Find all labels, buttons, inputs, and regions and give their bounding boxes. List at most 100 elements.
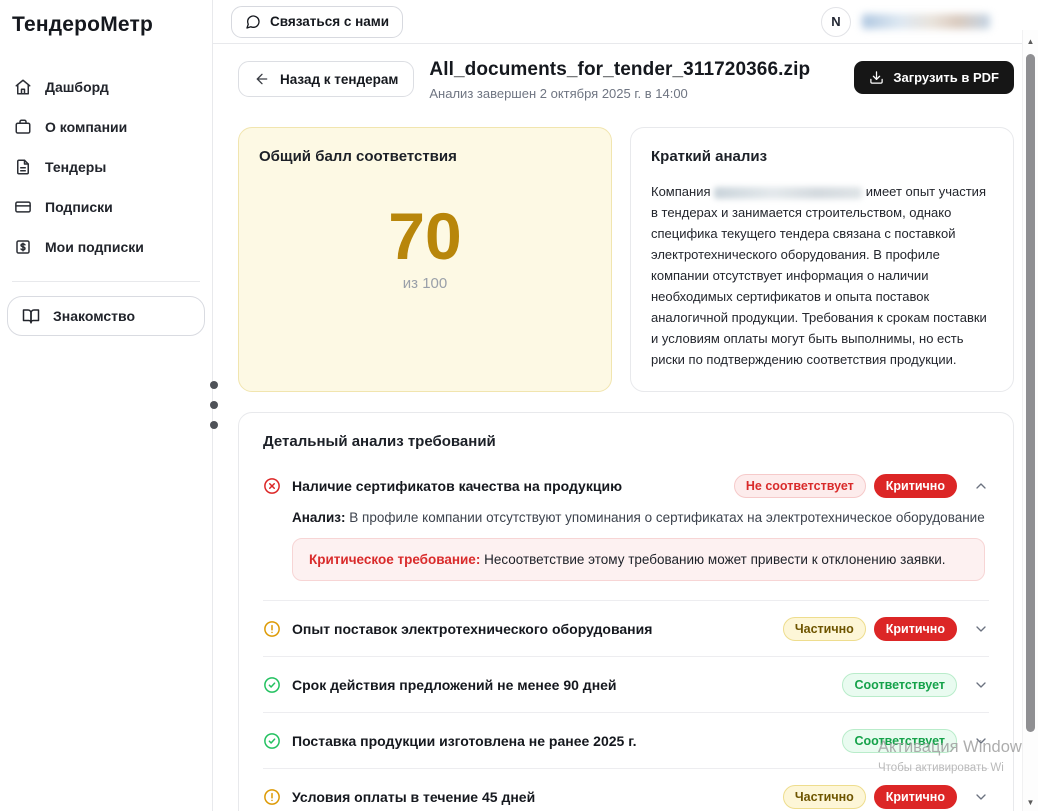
brief-analysis-title: Краткий анализ xyxy=(651,148,768,165)
requirement-badges: Не соответствует Критично xyxy=(733,474,989,498)
sidebar-item-label: Знакомство xyxy=(53,308,135,324)
summary-text-before: Компания xyxy=(651,184,711,199)
avatar[interactable]: N xyxy=(821,6,851,37)
requirements-list: Наличие сертификатов качества на продукц… xyxy=(263,458,989,811)
requirement-title: Срок действия предложений не менее 90 дн… xyxy=(292,677,617,693)
requirement-badges: Частично Критично xyxy=(782,617,989,641)
analysis-label: Анализ: xyxy=(292,510,346,525)
requirement-title: Наличие сертификатов качества на продукц… xyxy=(292,478,623,494)
requirement-row-production-year: Поставка продукции изготовлена не ранее … xyxy=(263,712,989,768)
book-open-icon xyxy=(22,307,40,325)
detailed-analysis-title: Детальный анализ требований xyxy=(263,433,496,450)
arrow-left-icon xyxy=(254,71,270,87)
download-pdf-button[interactable]: Загрузить в PDF xyxy=(854,61,1014,94)
contact-us-button[interactable]: Связаться с нами xyxy=(231,5,404,38)
credit-card-icon xyxy=(14,198,32,216)
status-badge: Не соответствует xyxy=(733,474,866,498)
status-badge: Соответствует xyxy=(842,673,957,697)
critical-requirement-alert: Критическое требование: Несоответствие э… xyxy=(292,538,985,581)
chevron-down-icon[interactable] xyxy=(973,789,989,805)
score-card-title: Общий балл соответствия xyxy=(259,148,457,165)
status-badge: Частично xyxy=(782,785,866,809)
back-to-tenders-button[interactable]: Назад к тендерам xyxy=(238,61,415,97)
status-badge: Частично xyxy=(782,617,866,641)
chevron-down-icon[interactable] xyxy=(973,733,989,749)
sidebar-item-label: О компании xyxy=(45,119,128,135)
critical-badge: Критично xyxy=(873,474,957,498)
sidebar-item-label: Мои подписки xyxy=(45,239,144,255)
briefcase-icon xyxy=(14,118,32,136)
sidebar-item-label: Подписки xyxy=(45,199,113,215)
sidebar-resize-handle[interactable] xyxy=(208,381,219,429)
analysis-line: Анализ: В профиле компании отсутствуют у… xyxy=(292,510,985,525)
overall-score-card: Общий балл соответствия 70 из 100 xyxy=(238,127,612,392)
summary-cards-row: Общий балл соответствия 70 из 100 Кратки… xyxy=(238,127,1014,392)
critical-alert-label: Критическое требование: xyxy=(309,552,481,567)
sidebar: ТендероМетр Дашборд О компании Тендеры П… xyxy=(0,0,213,811)
requirement-header[interactable]: Срок действия предложений не менее 90 дн… xyxy=(263,673,989,697)
sidebar-item-company[interactable]: О компании xyxy=(0,109,212,145)
vertical-scrollbar[interactable]: ▲ ▼ xyxy=(1022,30,1038,811)
critical-badge: Критично xyxy=(873,617,957,641)
scrollbar-thumb[interactable] xyxy=(1026,54,1035,732)
scroll-up-arrow-icon[interactable]: ▲ xyxy=(1023,34,1038,48)
sidebar-divider xyxy=(12,281,200,282)
title-block: All_documents_for_tender_311720366.zip А… xyxy=(429,59,810,101)
score-value-block: 70 из 100 xyxy=(259,165,591,371)
circle-x-icon xyxy=(263,477,281,495)
critical-alert-text: Несоответствие этому требованию может пр… xyxy=(484,552,946,567)
requirement-badges: Частично Критично xyxy=(782,785,989,809)
requirement-title: Опыт поставок электротехнического оборуд… xyxy=(292,621,653,637)
sidebar-item-intro[interactable]: Знакомство xyxy=(7,296,205,336)
circle-alert-icon xyxy=(263,788,281,806)
chat-bubble-icon xyxy=(245,14,261,30)
requirement-title: Поставка продукции изготовлена не ранее … xyxy=(292,733,637,749)
requirement-header[interactable]: Наличие сертификатов качества на продукц… xyxy=(263,474,989,498)
sidebar-item-label: Дашборд xyxy=(45,79,109,95)
content-area: Назад к тендерам All_documents_for_tende… xyxy=(213,44,1038,811)
analysis-text: В профиле компании отсутствуют упоминани… xyxy=(349,510,985,525)
circle-check-icon xyxy=(263,676,281,694)
dollar-icon xyxy=(14,238,32,256)
page-header: Назад к тендерам All_documents_for_tende… xyxy=(238,59,1014,101)
requirement-header[interactable]: Опыт поставок электротехнического оборуд… xyxy=(263,617,989,641)
status-badge: Соответствует xyxy=(842,729,957,753)
requirement-details: Анализ: В профиле компании отсутствуют у… xyxy=(263,498,989,585)
handle-dot xyxy=(209,401,218,409)
detailed-analysis-card: Детальный анализ требований Наличие серт… xyxy=(238,412,1014,811)
chevron-down-icon[interactable] xyxy=(973,621,989,637)
requirement-row-payment-terms: Условия оплаты в течение 45 дней Частичн… xyxy=(263,768,989,811)
requirement-row-offer-validity: Срок действия предложений не менее 90 дн… xyxy=(263,656,989,712)
requirement-row-supply-experience: Опыт поставок электротехнического оборуд… xyxy=(263,600,989,656)
back-label: Назад к тендерам xyxy=(280,71,399,87)
brief-analysis-card: Краткий анализ Компания имеет опыт участ… xyxy=(630,127,1014,392)
chevron-up-icon[interactable] xyxy=(973,478,989,494)
score-out-of: из 100 xyxy=(402,275,448,292)
sidebar-item-my-subscriptions[interactable]: Мои подписки xyxy=(0,229,212,265)
sidebar-item-label: Тендеры xyxy=(45,159,107,175)
download-pdf-label: Загрузить в PDF xyxy=(893,70,999,85)
requirement-header[interactable]: Поставка продукции изготовлена не ранее … xyxy=(263,729,989,753)
scroll-down-arrow-icon[interactable]: ▼ xyxy=(1023,795,1038,809)
user-menu[interactable]: N xyxy=(821,6,990,37)
download-icon xyxy=(869,70,884,85)
chevron-down-icon[interactable] xyxy=(973,677,989,693)
document-icon xyxy=(14,158,32,176)
handle-dot xyxy=(209,421,218,429)
sidebar-nav: Дашборд О компании Тендеры Подписки Мои … xyxy=(0,69,212,265)
home-icon xyxy=(14,78,32,96)
handle-dot xyxy=(209,381,218,389)
user-name-redacted xyxy=(862,14,990,29)
circle-check-icon xyxy=(263,732,281,750)
requirement-badges: Соответствует xyxy=(842,673,989,697)
company-name-redacted xyxy=(714,186,863,199)
requirement-header[interactable]: Условия оплаты в течение 45 дней Частичн… xyxy=(263,785,989,809)
sidebar-item-dashboard[interactable]: Дашборд xyxy=(0,69,212,105)
page-title: All_documents_for_tender_311720366.zip xyxy=(429,59,811,80)
sidebar-item-tenders[interactable]: Тендеры xyxy=(0,149,212,185)
requirement-title: Условия оплаты в течение 45 дней xyxy=(292,789,536,805)
main-area: Связаться с нами N Назад к тендерам All_… xyxy=(209,0,1038,811)
sidebar-item-subscriptions[interactable]: Подписки xyxy=(0,189,212,225)
summary-text-after: имеет опыт участия в тендерах и занимает… xyxy=(651,184,987,368)
requirement-badges: Соответствует xyxy=(842,729,989,753)
